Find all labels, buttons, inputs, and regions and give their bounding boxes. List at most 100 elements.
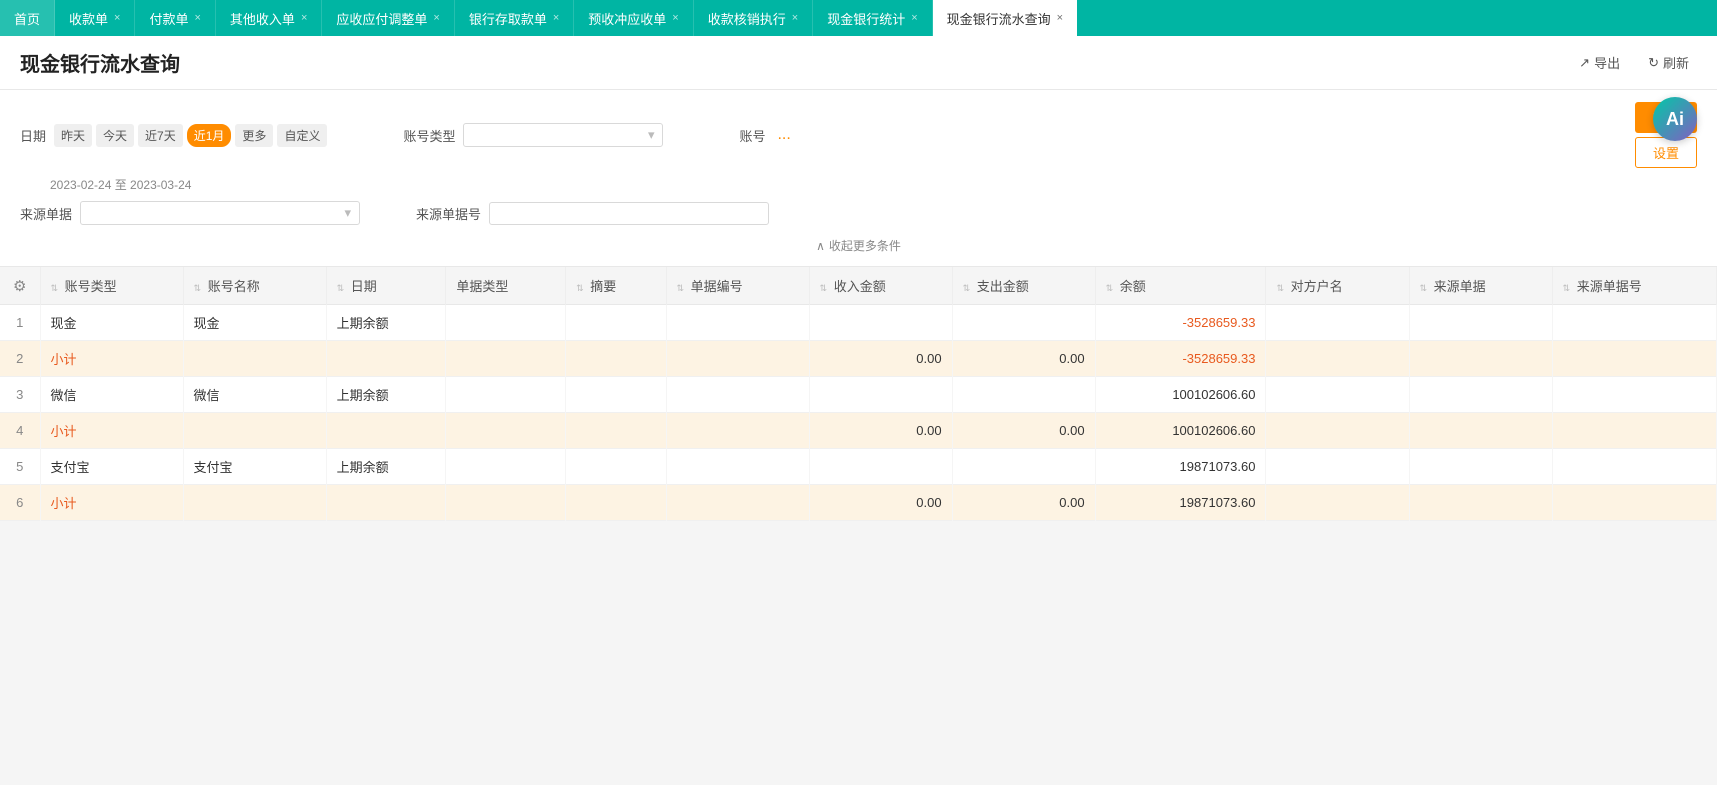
cell-counterparty [1266, 377, 1409, 413]
cell-summary [566, 485, 666, 521]
nav-adjustment[interactable]: 应收应付调整单 × [322, 0, 454, 36]
col-account-type[interactable]: ⇅ 账号类型 [40, 267, 183, 305]
cell-counterparty [1266, 449, 1409, 485]
cell-balance: 19871073.60 [1095, 485, 1266, 521]
cell-source-doc [1409, 341, 1552, 377]
nav-receipt[interactable]: 收款单 × [55, 0, 135, 36]
source-doc-no-input[interactable] [489, 202, 769, 225]
nav-payment-close[interactable]: × [194, 12, 200, 24]
account-type-select[interactable]: ▾ [463, 123, 663, 147]
filter-row-1: 日期 昨天 今天 近7天 近1月 更多 自定义 账号类型 ▾ 账号 ... [20, 102, 1697, 168]
settings-button[interactable]: 设置 [1635, 137, 1697, 168]
nav-bank-flow-close[interactable]: × [1057, 12, 1063, 24]
date-1month[interactable]: 近1月 [187, 124, 232, 147]
col-gear: ⚙ [0, 267, 40, 305]
col-summary[interactable]: ⇅ 摘要 [566, 267, 666, 305]
table-area: ⚙ ⇅ 账号类型 ⇅ 账号名称 ⇅ 日期 单据类型 ⇅ [0, 267, 1717, 521]
nav-bank-deposit[interactable]: 银行存取款单 × [455, 0, 574, 36]
sort-arrows-counterparty: ⇅ [1276, 283, 1284, 293]
cell-date [326, 485, 446, 521]
refresh-icon: ↻ [1648, 55, 1659, 71]
refresh-button[interactable]: ↻ 刷新 [1640, 49, 1697, 76]
cell-doc-no [666, 449, 809, 485]
cell-income: 0.00 [809, 413, 952, 449]
nav-prepaid[interactable]: 预收冲应收单 × [574, 0, 693, 36]
collapse-icon: ∧ [816, 239, 825, 253]
col-counterparty[interactable]: ⇅ 对方户名 [1266, 267, 1409, 305]
top-nav: 首页 收款单 × 付款单 × 其他收入单 × 应收应付调整单 × 银行存取款单 … [0, 0, 1717, 36]
nav-bank-stats[interactable]: 现金银行统计 × [813, 0, 932, 36]
cell-source-doc-no [1552, 305, 1716, 341]
cell-expense: 0.00 [952, 413, 1095, 449]
col-source-doc-no[interactable]: ⇅ 来源单据号 [1552, 267, 1716, 305]
nav-other-income-close[interactable]: × [301, 12, 307, 24]
nav-bank-deposit-close[interactable]: × [553, 12, 559, 24]
sort-arrows-balance: ⇅ [1106, 283, 1114, 293]
cell-index: 2 [0, 341, 40, 377]
cell-account-type: 现金 [40, 305, 183, 341]
account-type-filter-group: 账号类型 ▾ [403, 123, 663, 147]
col-doc-type: 单据类型 [446, 267, 566, 305]
nav-prepaid-close[interactable]: × [672, 12, 678, 24]
cell-income [809, 449, 952, 485]
account-type-label: 账号类型 [403, 126, 455, 145]
nav-bank-flow[interactable]: 现金银行流水查询 × [933, 0, 1077, 36]
sort-arrows-account-type: ⇅ [51, 283, 59, 293]
account-type-chevron: ▾ [648, 127, 655, 143]
cell-balance: 100102606.60 [1095, 377, 1266, 413]
cell-summary [566, 413, 666, 449]
col-date[interactable]: ⇅ 日期 [326, 267, 446, 305]
col-source-doc[interactable]: ⇅ 来源单据 [1409, 267, 1552, 305]
cell-doc-no [666, 413, 809, 449]
sort-arrows-account-name: ⇅ [194, 283, 202, 293]
nav-adjustment-close[interactable]: × [433, 12, 439, 24]
cell-account-type: 小计 [40, 413, 183, 449]
nav-payment[interactable]: 付款单 × [135, 0, 215, 36]
date-more[interactable]: 更多 [235, 124, 273, 147]
cell-summary [566, 377, 666, 413]
gear-icon[interactable]: ⚙ [13, 278, 26, 295]
cell-summary [566, 449, 666, 485]
cell-doc-type [446, 305, 566, 341]
cell-date: 上期余额 [326, 377, 446, 413]
nav-other-income[interactable]: 其他收入单 × [216, 0, 322, 36]
source-doc-chevron: ▾ [344, 205, 351, 221]
nav-home[interactable]: 首页 [0, 0, 55, 36]
col-expense[interactable]: ⇅ 支出金额 [952, 267, 1095, 305]
nav-bank-stats-close[interactable]: × [911, 12, 917, 24]
cell-doc-no [666, 305, 809, 341]
source-doc-label: 来源单据 [20, 204, 72, 223]
nav-verification[interactable]: 收款核销执行 × [694, 0, 813, 36]
cell-date [326, 341, 446, 377]
cell-income [809, 305, 952, 341]
cell-income: 0.00 [809, 341, 952, 377]
table-row: 1 现金 现金 上期余额 -3528659.33 [0, 305, 1717, 341]
cell-source-doc-no [1552, 377, 1716, 413]
cell-account-type: 支付宝 [40, 449, 183, 485]
date-7days[interactable]: 近7天 [138, 124, 183, 147]
date-yesterday[interactable]: 昨天 [54, 124, 92, 147]
date-today[interactable]: 今天 [96, 124, 134, 147]
col-account-name[interactable]: ⇅ 账号名称 [183, 267, 326, 305]
col-doc-no[interactable]: ⇅ 单据编号 [666, 267, 809, 305]
cell-source-doc-no [1552, 341, 1716, 377]
cell-source-doc [1409, 377, 1552, 413]
cell-expense: 0.00 [952, 341, 1095, 377]
account-dots-button[interactable]: ... [773, 126, 794, 144]
col-income[interactable]: ⇅ 收入金额 [809, 267, 952, 305]
ai-badge[interactable]: Ai [1653, 97, 1697, 141]
col-balance[interactable]: ⇅ 余额 [1095, 267, 1266, 305]
cell-source-doc [1409, 485, 1552, 521]
date-custom[interactable]: 自定义 [277, 124, 327, 147]
filter-area: 日期 昨天 今天 近7天 近1月 更多 自定义 账号类型 ▾ 账号 ... [0, 90, 1717, 267]
account-label: 账号 [739, 126, 765, 145]
collapse-bar[interactable]: ∧ 收起更多条件 [20, 233, 1697, 258]
nav-receipt-close[interactable]: × [114, 12, 120, 24]
date-filter-group: 日期 昨天 今天 近7天 近1月 更多 自定义 [20, 124, 327, 147]
source-doc-select[interactable]: ▾ [80, 201, 360, 225]
cell-counterparty [1266, 413, 1409, 449]
cell-balance: -3528659.33 [1095, 305, 1266, 341]
nav-verification-close[interactable]: × [792, 12, 798, 24]
sort-arrows-expense: ⇅ [963, 283, 971, 293]
export-button[interactable]: ↗ 导出 [1571, 49, 1628, 76]
